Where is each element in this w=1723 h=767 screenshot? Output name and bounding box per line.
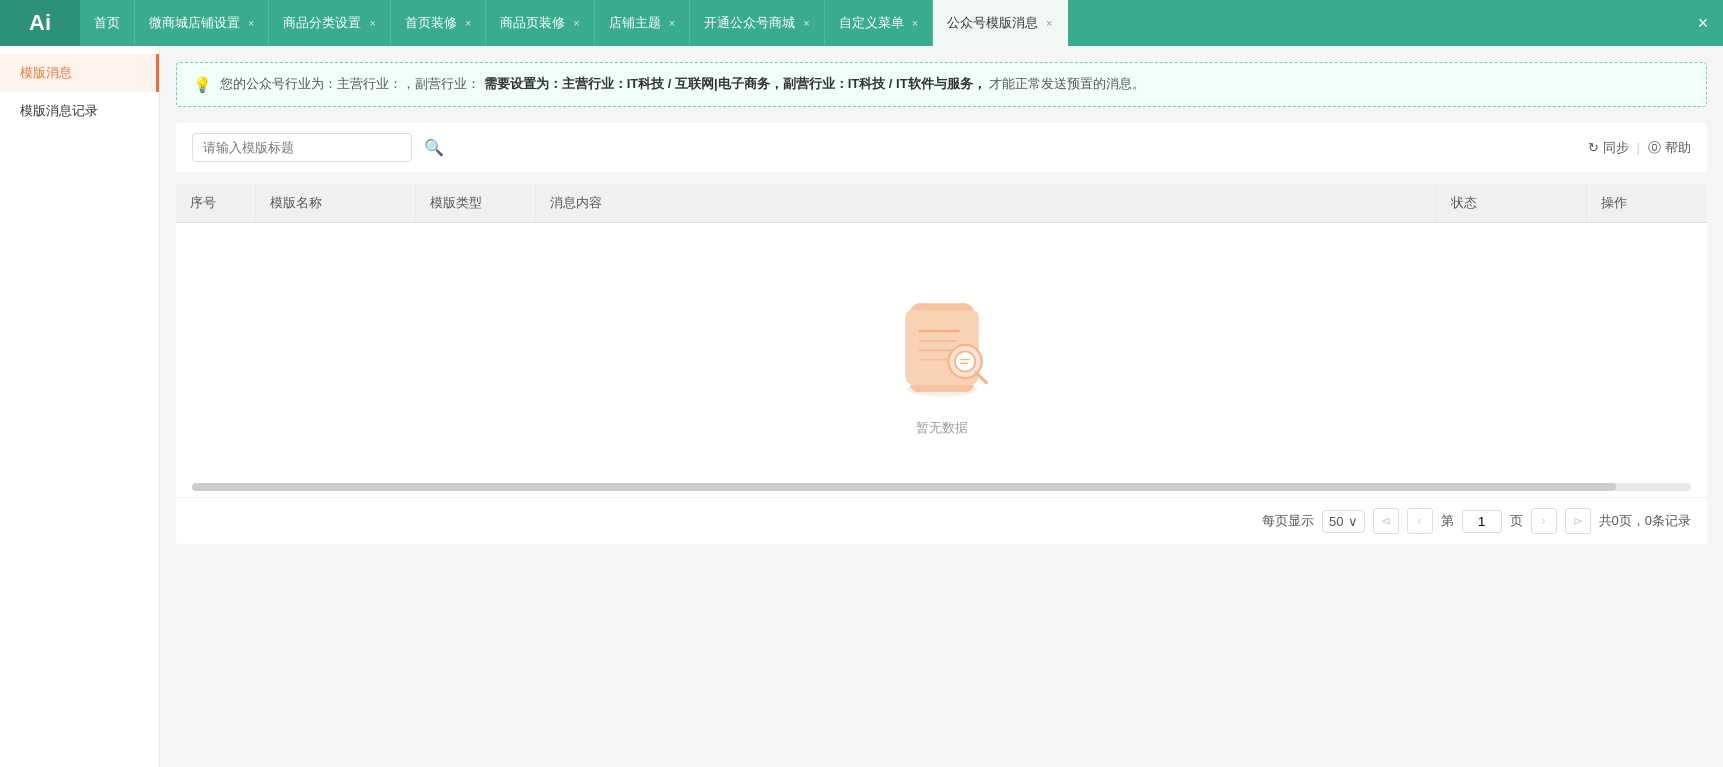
empty-state: 暂无数据 [176,223,1707,477]
sync-button[interactable]: ↻ 同步 [1588,139,1629,157]
tab-close-store-theme[interactable]: × [669,17,675,29]
page-number-input[interactable] [1462,510,1502,533]
search-button[interactable]: 🔍 [420,134,448,161]
last-page-button[interactable]: ⊳ [1565,508,1591,534]
close-all-button[interactable]: × [1683,0,1723,46]
pagination: 每页显示 50 ∨ ⊲ ‹ 第 页 › ⊳ 共0页，0条记录 [176,497,1707,544]
th-消息内容: 消息内容 [536,184,1437,222]
nav-tab-custom-menu[interactable]: 自定义菜单× [825,0,933,46]
nav-tab-template-msg[interactable]: 公众号模版消息× [933,0,1067,46]
scrollbar-thumb [192,483,1616,491]
horizontal-scrollbar[interactable] [192,483,1691,491]
prev-page-button[interactable]: ‹ [1407,508,1433,534]
nav-tab-category-setting[interactable]: 商品分类设置× [269,0,390,46]
sync-icon: ↻ [1588,140,1599,155]
divider: | [1637,140,1640,155]
search-left: 🔍 [192,133,448,162]
th-模版名称: 模版名称 [256,184,416,222]
nav-tab-store-theme[interactable]: 店铺主题× [595,0,690,46]
th-操作: 操作 [1587,184,1707,222]
th-序号: 序号 [176,184,256,222]
tab-close-product-decor[interactable]: × [573,17,579,29]
search-right: ↻ 同步 | ⓪ 帮助 [1588,139,1691,157]
notice-text: 您的公众号行业为：主营行业：，副营行业： 需要设置为：主营行业：IT科技 / 互… [220,75,1145,93]
scrollbar-area [176,477,1707,497]
nav-tab-home[interactable]: 首页 [80,0,135,46]
th-状态: 状态 [1437,184,1587,222]
th-模版类型: 模版类型 [416,184,536,222]
nav-tab-shop-setting[interactable]: 微商城店铺设置× [135,0,269,46]
tab-close-home-decor[interactable]: × [465,17,471,29]
table-header: 序号模版名称模版类型消息内容状态操作 [176,184,1707,223]
chevron-down-icon: ∨ [1348,514,1358,529]
bulb-icon: 💡 [193,76,212,94]
search-area: 🔍 ↻ 同步 | ⓪ 帮助 [176,123,1707,172]
notice-banner: 💡 您的公众号行业为：主营行业：，副营行业： 需要设置为：主营行业：IT科技 /… [176,62,1707,107]
first-page-button[interactable]: ⊲ [1373,508,1399,534]
tab-close-shop-setting[interactable]: × [248,17,254,29]
sidebar-item-template-message[interactable]: 模版消息 [0,54,159,92]
search-input[interactable] [192,133,412,162]
tab-close-open-mall[interactable]: × [803,17,809,29]
page-size-select[interactable]: 50 ∨ [1322,510,1364,533]
page-suffix: 页 [1510,512,1523,530]
nav-tabs: 首页微商城店铺设置×商品分类设置×首页装修×商品页装修×店铺主题×开通公众号商城… [80,0,1683,46]
next-page-button[interactable]: › [1531,508,1557,534]
tab-close-custom-menu[interactable]: × [912,17,918,29]
empty-text: 暂无数据 [916,419,968,437]
table-container: 序号模版名称模版类型消息内容状态操作 [176,184,1707,544]
page-size-label: 每页显示 [1262,512,1314,530]
content-area: 💡 您的公众号行业为：主营行业：，副营行业： 需要设置为：主营行业：IT科技 /… [160,46,1723,767]
nav-tab-open-mall[interactable]: 开通公众号商城× [690,0,824,46]
help-icon: ⓪ [1648,139,1661,157]
sidebar-item-template-message-log[interactable]: 模版消息记录 [0,92,159,130]
nav-tab-product-decor[interactable]: 商品页装修× [486,0,594,46]
svg-point-6 [954,351,974,371]
total-label: 共0页，0条记录 [1599,512,1691,530]
tab-close-category-setting[interactable]: × [369,17,375,29]
empty-illustration [882,283,1002,403]
help-button[interactable]: ⓪ 帮助 [1648,139,1691,157]
sidebar: 模版消息模版消息记录 [0,46,160,767]
logo: Ai [0,0,80,46]
tab-close-template-msg[interactable]: × [1046,17,1052,29]
top-nav: Ai 首页微商城店铺设置×商品分类设置×首页装修×商品页装修×店铺主题×开通公众… [0,0,1723,46]
page-label: 第 [1441,512,1454,530]
nav-tab-home-decor[interactable]: 首页装修× [391,0,486,46]
main-layout: 模版消息模版消息记录 💡 您的公众号行业为：主营行业：，副营行业： 需要设置为：… [0,46,1723,767]
